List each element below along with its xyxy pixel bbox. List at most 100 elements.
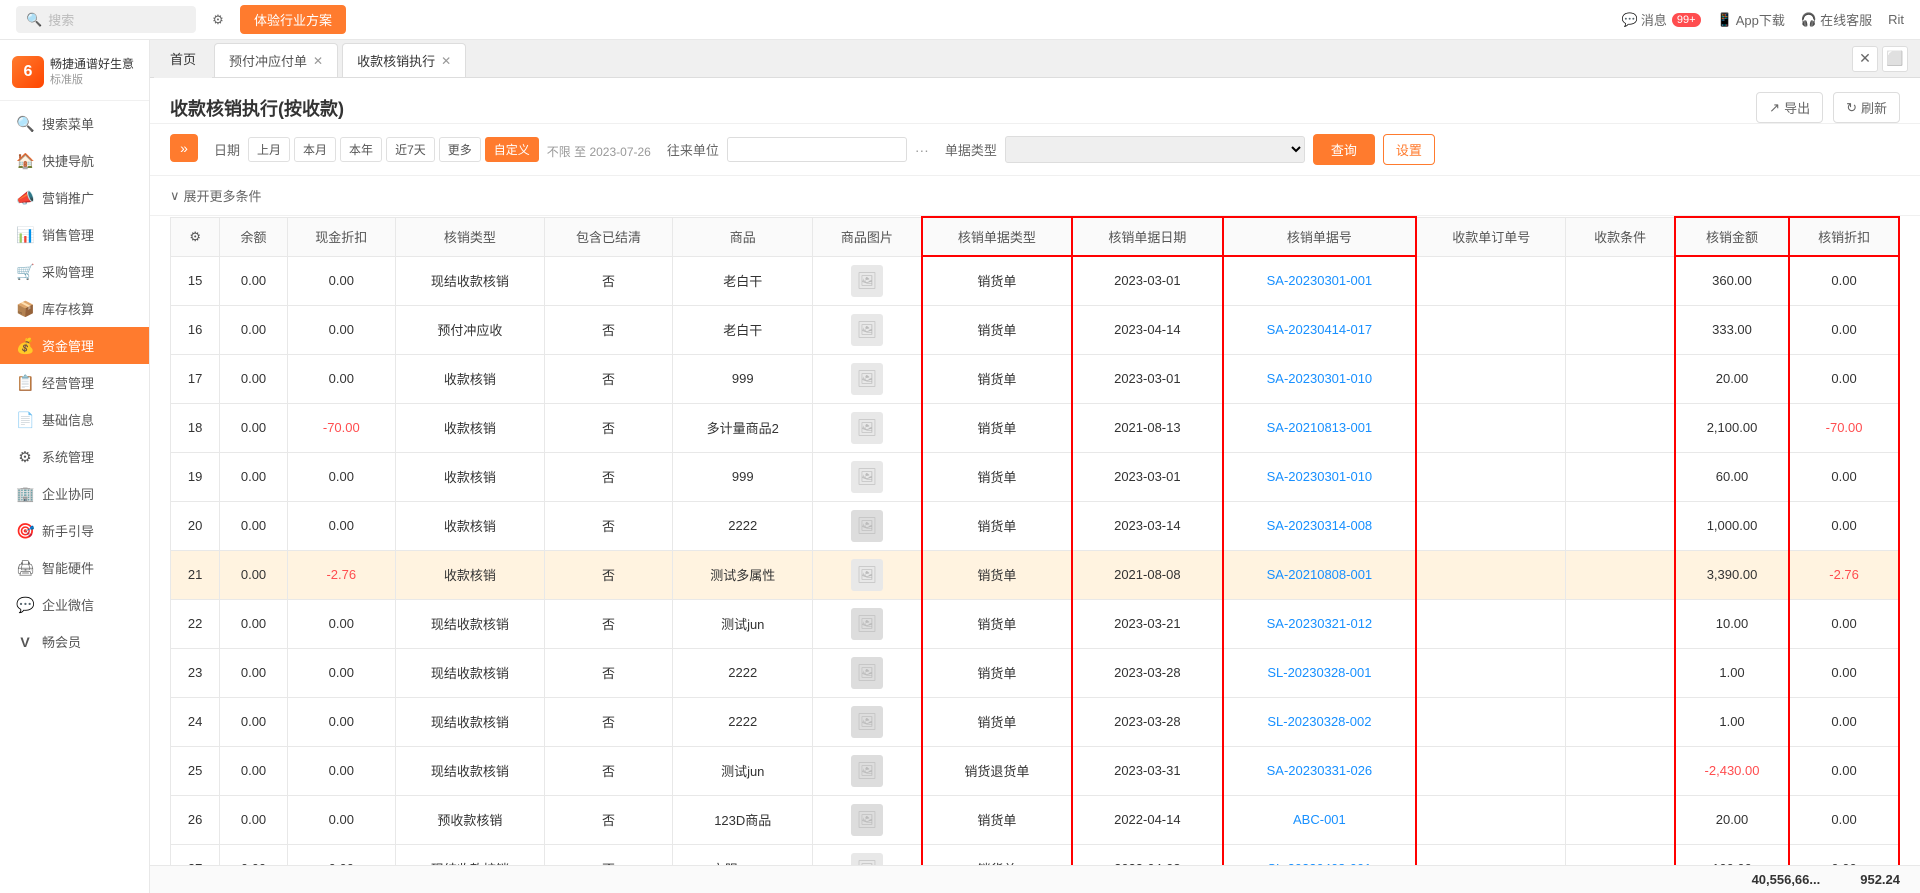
cell-goods-img: 🖼 bbox=[813, 697, 922, 746]
custom-date-btn[interactable]: 自定义 bbox=[485, 137, 539, 162]
online-service-link[interactable]: 🎧 在线客服 bbox=[1801, 10, 1872, 29]
tab-prepay-close[interactable]: ✕ bbox=[313, 55, 323, 67]
page-title: 收款核销执行(按收款) bbox=[170, 95, 344, 121]
partner-dots[interactable]: ··· bbox=[915, 142, 929, 158]
more-date-btn[interactable]: 更多 bbox=[439, 137, 481, 162]
query-button[interactable]: 查询 bbox=[1313, 134, 1375, 165]
expand-conditions-button[interactable]: ∨ 展开更多条件 bbox=[170, 182, 1900, 209]
cancel-bill-no-link[interactable]: SL-20230328-002 bbox=[1267, 714, 1371, 729]
cell-cash-discount: 0.00 bbox=[287, 697, 395, 746]
cell-cancel-type: 现结收款核销 bbox=[395, 599, 544, 648]
sidebar-item-hardware[interactable]: 🖨 智能硬件 bbox=[0, 549, 149, 586]
tab-cancel-exec[interactable]: 收款核销执行 ✕ bbox=[342, 43, 466, 77]
tab-prepay[interactable]: 预付冲应付单 ✕ bbox=[214, 43, 338, 77]
cancel-bill-no-link[interactable]: SA-20230414-017 bbox=[1267, 322, 1373, 337]
col-cancel-amount-header: 核销金额 bbox=[1675, 217, 1789, 256]
cancel-bill-no-link[interactable]: SA-20210808-001 bbox=[1267, 567, 1373, 582]
sidebar-item-system[interactable]: ⚙ 系统管理 bbox=[0, 438, 149, 475]
cancel-bill-no-link[interactable]: SA-20230331-026 bbox=[1267, 763, 1373, 778]
cell-goods: 2222 bbox=[673, 697, 813, 746]
cell-cancel-discount: 0.00 bbox=[1789, 697, 1899, 746]
table-container[interactable]: ⚙ 余额 现金折扣 核销类型 包含已结清 商品 商品图片 核销单据类型 核销单据… bbox=[150, 216, 1920, 865]
table-row: 23 0.00 0.00 现结收款核销 否 2222 🖼 销货单 2023-03… bbox=[171, 648, 1900, 697]
sidebar-item-inventory[interactable]: 📦 库存核算 bbox=[0, 290, 149, 327]
sidebar-item-guide[interactable]: 🎯 新手引导 bbox=[0, 512, 149, 549]
user-name[interactable]: Rit bbox=[1888, 12, 1904, 27]
cell-cash-discount: 0.00 bbox=[287, 795, 395, 844]
last-7-days-btn[interactable]: 近7天 bbox=[386, 137, 435, 162]
cell-cash-discount: 0.00 bbox=[287, 844, 395, 865]
cell-cancel-bill-no[interactable]: SA-20230314-008 bbox=[1223, 501, 1417, 550]
settings-icon-btn[interactable]: ⚙ bbox=[204, 6, 232, 34]
cancel-bill-no-link[interactable]: SA-20230301-010 bbox=[1267, 469, 1373, 484]
cell-goods-img: 🖼 bbox=[813, 501, 922, 550]
cell-cancel-type: 收款核销 bbox=[395, 403, 544, 452]
settings-button[interactable]: 设置 bbox=[1383, 134, 1435, 165]
cancel-bill-no-link[interactable]: SA-20210813-001 bbox=[1267, 420, 1373, 435]
cell-cancel-bill-no[interactable]: SL-20230328-001 bbox=[1223, 648, 1417, 697]
cancel-bill-no-link[interactable]: SA-20230321-012 bbox=[1267, 616, 1373, 631]
sidebar-item-sales[interactable]: 📊 销售管理 bbox=[0, 216, 149, 253]
cell-cancel-type: 预收款核销 bbox=[395, 795, 544, 844]
cell-cancel-bill-no[interactable]: SA-20230331-026 bbox=[1223, 746, 1417, 795]
app-download-link[interactable]: 📱 App下载 bbox=[1717, 10, 1785, 29]
app-logo: 6 bbox=[12, 56, 44, 88]
cell-cancel-bill-no[interactable]: SA-20230301-010 bbox=[1223, 354, 1417, 403]
export-button[interactable]: ↗ 导出 bbox=[1756, 92, 1823, 123]
filter-toggle-button[interactable]: » bbox=[170, 134, 198, 162]
sidebar-item-member[interactable]: V 畅会员 bbox=[0, 623, 149, 660]
tab-cancel-exec-close[interactable]: ✕ bbox=[441, 55, 451, 67]
close-window-button[interactable]: ✕ bbox=[1852, 46, 1878, 72]
cell-cancel-bill-no[interactable]: SL-20230328-002 bbox=[1223, 697, 1417, 746]
last-month-btn[interactable]: 上月 bbox=[248, 137, 290, 162]
cell-cancel-bill-no[interactable]: SA-20210808-001 bbox=[1223, 550, 1417, 599]
cell-cancel-bill-no[interactable]: SA-20230321-012 bbox=[1223, 599, 1417, 648]
cancel-bill-no-link[interactable]: SL-20230328-001 bbox=[1267, 665, 1371, 680]
sidebar-item-basic-info[interactable]: 📄 基础信息 bbox=[0, 401, 149, 438]
cell-cancel-bill-no[interactable]: SA-20230301-010 bbox=[1223, 452, 1417, 501]
refresh-button[interactable]: ↻ 刷新 bbox=[1833, 92, 1900, 123]
date-filter-buttons: 上月 本月 本年 近7天 更多 自定义 bbox=[248, 137, 539, 162]
cancel-bill-no-link[interactable]: SA-20230301-010 bbox=[1267, 371, 1373, 386]
cell-receipt-order-no bbox=[1416, 403, 1566, 452]
cancel-bill-no-link[interactable]: SA-20230301-001 bbox=[1267, 273, 1373, 288]
cell-cancel-bill-no[interactable]: ABC-001 bbox=[1223, 795, 1417, 844]
sidebar-item-operations[interactable]: 📋 经营管理 bbox=[0, 364, 149, 401]
sidebar-item-wechat[interactable]: 💬 企业微信 bbox=[0, 586, 149, 623]
sidebar-item-purchase[interactable]: 🛒 采购管理 bbox=[0, 253, 149, 290]
receipt-type-select[interactable] bbox=[1005, 136, 1305, 163]
cell-receipt-order-no bbox=[1416, 599, 1566, 648]
partner-input[interactable] bbox=[727, 137, 907, 162]
this-month-btn[interactable]: 本月 bbox=[294, 137, 336, 162]
top-search-area[interactable]: 🔍 搜索 bbox=[16, 6, 196, 33]
cell-cancel-amount: 10.00 bbox=[1675, 599, 1789, 648]
cell-cancel-bill-no[interactable]: SA-20230301-001 bbox=[1223, 256, 1417, 305]
sidebar-item-collaboration[interactable]: 🏢 企业协同 bbox=[0, 475, 149, 512]
export-icon: ↗ bbox=[1769, 100, 1780, 116]
cancel-discount-total: 952.24 bbox=[1860, 872, 1900, 887]
sidebar-item-shortcuts[interactable]: 🏠 快捷导航 bbox=[0, 142, 149, 179]
cell-cancel-amount: 100.00 bbox=[1675, 844, 1789, 865]
sidebar-item-finance[interactable]: 💰 资金管理 bbox=[0, 327, 149, 364]
cancel-bill-no-link[interactable]: ABC-001 bbox=[1293, 812, 1346, 827]
this-year-btn[interactable]: 本年 bbox=[340, 137, 382, 162]
maximize-window-button[interactable]: ⬜ bbox=[1882, 46, 1908, 72]
cell-cancel-type: 收款核销 bbox=[395, 501, 544, 550]
tab-home[interactable]: 首页 bbox=[154, 40, 212, 78]
sidebar-item-search[interactable]: 🔍 搜索菜单 bbox=[0, 105, 149, 142]
sidebar-item-marketing[interactable]: 📣 营销推广 bbox=[0, 179, 149, 216]
cell-goods: 衣服00001 bbox=[673, 844, 813, 865]
cancel-bill-no-link[interactable]: SA-20230314-008 bbox=[1267, 518, 1373, 533]
product-image-placeholder: 🖼 bbox=[851, 853, 883, 866]
col-cancel-discount-header: 核销折扣 bbox=[1789, 217, 1899, 256]
trial-industry-button[interactable]: 体验行业方案 bbox=[240, 5, 346, 34]
col-settings-header[interactable]: ⚙ bbox=[171, 217, 220, 256]
cell-receipt-condition bbox=[1566, 354, 1675, 403]
cell-balance: 0.00 bbox=[220, 452, 287, 501]
messages-link[interactable]: 💬 消息 99+ bbox=[1622, 10, 1701, 29]
cell-cancel-bill-no[interactable]: SA-20210813-001 bbox=[1223, 403, 1417, 452]
cell-cancel-bill-no[interactable]: SA-20230414-017 bbox=[1223, 305, 1417, 354]
cell-cancel-bill-no[interactable]: SL-20230408-001 bbox=[1223, 844, 1417, 865]
table-body: 15 0.00 0.00 现结收款核销 否 老白干 🖼 销货单 2023-03-… bbox=[171, 256, 1900, 865]
product-image: 🖼 bbox=[851, 608, 883, 640]
